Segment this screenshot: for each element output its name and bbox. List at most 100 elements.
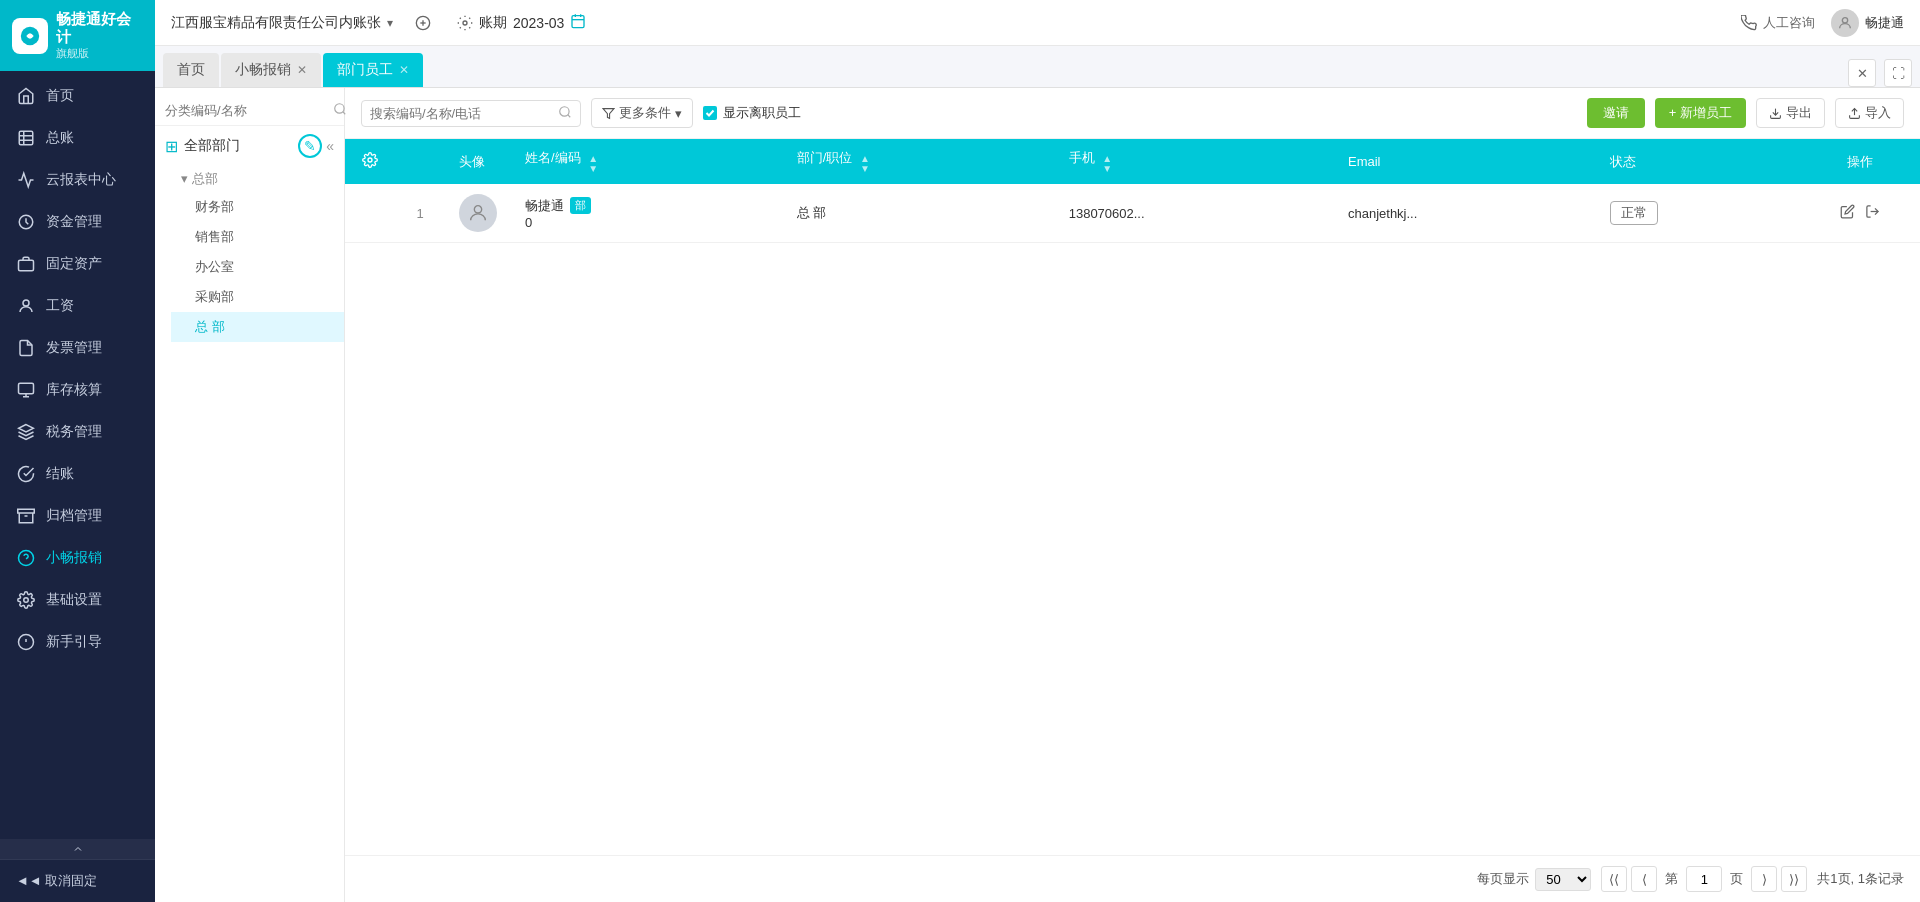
invite-btn[interactable]: 邀请 (1587, 98, 1645, 128)
col-actions: 操作 (1800, 139, 1920, 184)
svg-point-22 (463, 21, 467, 25)
col-avatar: 头像 (445, 139, 511, 184)
col-status: 状态 (1596, 139, 1800, 184)
dept-all-header[interactable]: ⊞ 全部部门 ✎ « (155, 126, 344, 166)
col-settings[interactable] (345, 139, 395, 184)
sidebar-item-salary-label: 工资 (46, 297, 74, 315)
sidebar-item-reports[interactable]: 云报表中心 (0, 159, 155, 201)
home-icon (16, 86, 36, 106)
col-phone[interactable]: 手机 ▲▼ (1055, 139, 1334, 184)
page-label: 第 (1661, 870, 1682, 888)
sidebar-nav: 首页 总账 云报表中心 资金管理 固定资产 (0, 71, 155, 839)
sidebar-scroll-up[interactable] (0, 839, 155, 859)
add-employee-btn[interactable]: + 新增员工 (1655, 98, 1746, 128)
svg-point-30 (560, 106, 569, 115)
sidebar-item-guide[interactable]: 新手引导 (0, 621, 155, 663)
show-resigned-checkbox (703, 106, 717, 120)
svg-point-27 (1842, 17, 1847, 22)
per-page: 每页显示 50 10 20 100 (1477, 868, 1591, 891)
ledger-icon (16, 128, 36, 148)
page-next-btn[interactable]: ⟩ (1751, 866, 1777, 892)
cell-avatar (445, 184, 511, 243)
topbar: 江西服宝精品有限责任公司内账张 ▾ 账期 2023-03 人工咨询 (155, 0, 1920, 46)
sidebar-footer[interactable]: ◄◄ 取消固定 (0, 859, 155, 902)
sidebar-item-funds[interactable]: 资金管理 (0, 201, 155, 243)
user-info[interactable]: 畅捷通 (1831, 9, 1904, 37)
export-btn[interactable]: 导出 (1756, 98, 1825, 128)
sidebar-item-settle[interactable]: 结账 (0, 453, 155, 495)
settings-gear-btn[interactable] (451, 9, 479, 37)
dept-edit-btn[interactable]: ✎ (298, 134, 322, 158)
tab-home[interactable]: 首页 (163, 53, 219, 87)
sidebar-item-funds-label: 资金管理 (46, 213, 102, 231)
add-account-btn[interactable] (409, 9, 437, 37)
user-name: 畅捷通 (1865, 14, 1904, 32)
sidebar-item-archive[interactable]: 归档管理 (0, 495, 155, 537)
edit-btn[interactable] (1840, 204, 1855, 222)
tab-expense-close[interactable]: ✕ (297, 63, 307, 77)
page-first-btn[interactable]: ⟨⟨ (1601, 866, 1627, 892)
search-icon[interactable] (558, 105, 572, 122)
dept-grid-icon: ⊞ (165, 137, 178, 156)
svg-rect-23 (572, 16, 584, 28)
phone-sort-icons: ▲▼ (1102, 154, 1112, 174)
tab-employees[interactable]: 部门员工 ✕ (323, 53, 423, 87)
sidebar-item-settings[interactable]: 基础设置 (0, 579, 155, 621)
sidebar-item-home[interactable]: 首页 (0, 75, 155, 117)
sidebar-item-invoice-label: 发票管理 (46, 339, 102, 357)
filter-btn[interactable]: 更多条件 ▾ (591, 98, 693, 128)
sidebar-item-inventory[interactable]: 库存核算 (0, 369, 155, 411)
company-name: 江西服宝精品有限责任公司内账张 (171, 14, 381, 32)
sidebar-item-tax[interactable]: 税务管理 (0, 411, 155, 453)
employee-code: 0 (525, 215, 769, 230)
funds-icon (16, 212, 36, 232)
guide-icon (16, 632, 36, 652)
sidebar-item-expense[interactable]: 小畅报销 (0, 537, 155, 579)
show-resigned-toggle[interactable]: 显示离职员工 (703, 104, 801, 122)
page-prev-btn[interactable]: ⟨ (1631, 866, 1657, 892)
user-avatar (1831, 9, 1859, 37)
dept-collapse-btn[interactable]: « (326, 138, 334, 154)
dept-item-office[interactable]: 办公室 (171, 252, 344, 282)
calendar-icon[interactable] (570, 13, 586, 32)
dept-group-hq-label[interactable]: ▾ 总部 (171, 166, 344, 192)
reports-icon (16, 170, 36, 190)
search-input[interactable] (370, 106, 552, 121)
tab-expense[interactable]: 小畅报销 ✕ (221, 53, 321, 87)
page-input[interactable] (1686, 866, 1722, 892)
logout-btn[interactable] (1865, 204, 1880, 222)
tab-expand-btn[interactable]: ⛶ (1884, 59, 1912, 87)
salary-icon (16, 296, 36, 316)
col-dept[interactable]: 部门/职位 ▲▼ (783, 139, 1055, 184)
sidebar-item-assets[interactable]: 固定资产 (0, 243, 155, 285)
svg-point-35 (368, 158, 372, 162)
dept-item-finance[interactable]: 财务部 (171, 192, 344, 222)
import-label: 导入 (1865, 104, 1891, 122)
dept-item-sales[interactable]: 销售部 (171, 222, 344, 252)
sidebar-item-ledger-label: 总账 (46, 129, 74, 147)
table-row: 1 畅捷通 部 0 (345, 184, 1920, 243)
cancel-fixed-btn[interactable]: ◄◄ 取消固定 (16, 872, 139, 890)
dept-search-input[interactable] (165, 103, 333, 118)
dept-item-purchase[interactable]: 采购部 (171, 282, 344, 312)
tab-close-btn[interactable]: ✕ (1848, 59, 1876, 87)
page-last-btn[interactable]: ⟩⟩ (1781, 866, 1807, 892)
company-dropdown-icon[interactable]: ▾ (387, 16, 393, 30)
sidebar-item-ledger[interactable]: 总账 (0, 117, 155, 159)
tab-employees-label: 部门员工 (337, 61, 393, 79)
pagination: 每页显示 50 10 20 100 ⟨⟨ ⟨ 第 页 ⟩ ⟩⟩ (345, 855, 1920, 902)
import-btn[interactable]: 导入 (1835, 98, 1904, 128)
per-page-select[interactable]: 50 10 20 100 (1535, 868, 1591, 891)
assets-icon (16, 254, 36, 274)
tab-employees-close[interactable]: ✕ (399, 63, 409, 77)
service-btn[interactable]: 人工咨询 (1741, 14, 1815, 32)
sidebar-item-archive-label: 归档管理 (46, 507, 102, 525)
dept-panel: ⊞ 全部部门 ✎ « ▾ 总部 财务部 销售部 办公室 采购部 总 部 (155, 88, 345, 902)
sidebar-item-invoice[interactable]: 发票管理 (0, 327, 155, 369)
logo-text: 畅捷通好会计 (56, 10, 143, 46)
sidebar-item-salary[interactable]: 工资 (0, 285, 155, 327)
dept-item-general[interactable]: 总 部 (171, 312, 344, 342)
col-name[interactable]: 姓名/编码 ▲▼ (511, 139, 783, 184)
toolbar: 更多条件 ▾ 显示离职员工 邀请 + 新增员工 导出 (345, 88, 1920, 139)
col-email: Email (1334, 139, 1596, 184)
